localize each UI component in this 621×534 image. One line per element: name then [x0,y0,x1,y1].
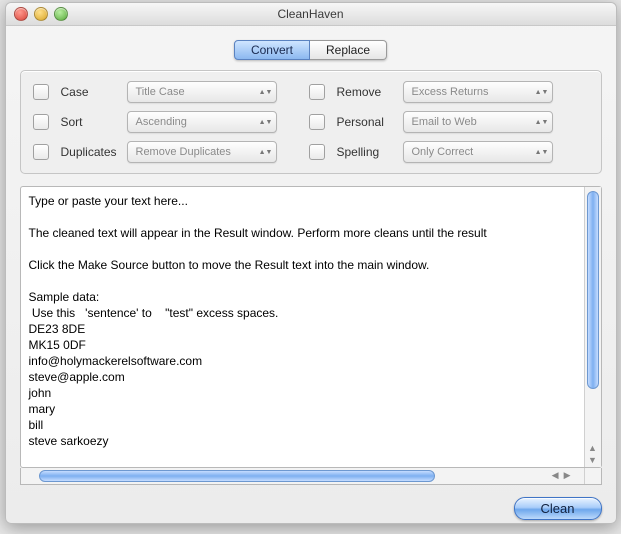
horizontal-scrollbar[interactable]: ◀ ▶ [20,468,602,485]
text-area-container: Type or paste your text here... The clea… [20,186,602,468]
window-title: CleanHaven [277,7,343,21]
scroll-right-icon[interactable]: ▶ [564,470,571,481]
personal-select[interactable]: Email to Web ▲▼ [403,111,553,133]
tab-convert[interactable]: Convert [234,40,310,60]
close-icon[interactable] [14,7,28,21]
chevron-updown-icon: ▲▼ [260,150,272,155]
chevron-updown-icon: ▲▼ [260,90,272,95]
tab-control: Convert Replace [20,40,602,60]
spelling-select-value: Only Correct [412,146,474,158]
remove-select-value: Excess Returns [412,86,489,98]
traffic-lights [14,7,68,21]
chevron-updown-icon: ▲▼ [260,120,272,125]
footer: Clean [20,485,602,520]
scroll-up-icon[interactable]: ▲ [585,443,601,453]
chevron-updown-icon: ▲▼ [536,120,548,125]
duplicates-select[interactable]: Remove Duplicates ▲▼ [127,141,277,163]
duplicates-checkbox[interactable] [33,144,49,160]
sort-select-value: Ascending [136,116,187,128]
case-select-value: Title Case [136,86,185,98]
minimize-icon[interactable] [34,7,48,21]
remove-label: Remove [337,85,397,99]
scroll-thumb[interactable] [587,191,599,389]
case-select[interactable]: Title Case ▲▼ [127,81,277,103]
sort-checkbox[interactable] [33,114,49,130]
titlebar: CleanHaven [6,3,616,26]
spelling-select[interactable]: Only Correct ▲▼ [403,141,553,163]
duplicates-select-value: Remove Duplicates [136,146,231,158]
zoom-icon[interactable] [54,7,68,21]
vertical-scrollbar[interactable]: ▲ ▼ [584,187,601,467]
options-panel: Case Title Case ▲▼ Remove Excess Returns… [20,70,602,174]
scroll-thumb[interactable] [39,470,435,482]
tab-replace[interactable]: Replace [310,40,387,60]
personal-label: Personal [337,115,397,129]
remove-select[interactable]: Excess Returns ▲▼ [403,81,553,103]
duplicates-label: Duplicates [61,145,121,159]
clean-button[interactable]: Clean [514,497,602,520]
sort-select[interactable]: Ascending ▲▼ [127,111,277,133]
chevron-updown-icon: ▲▼ [536,150,548,155]
main-text-input[interactable]: Type or paste your text here... The clea… [21,187,584,467]
remove-checkbox[interactable] [309,84,325,100]
scroll-corner [584,468,601,484]
spelling-label: Spelling [337,145,397,159]
personal-checkbox[interactable] [309,114,325,130]
spelling-checkbox[interactable] [309,144,325,160]
case-checkbox[interactable] [33,84,49,100]
personal-select-value: Email to Web [412,116,477,128]
scroll-down-icon[interactable]: ▼ [585,455,601,465]
sort-label: Sort [61,115,121,129]
scroll-left-icon[interactable]: ◀ [552,470,559,481]
app-window: CleanHaven Convert Replace Case Title Ca… [5,2,617,524]
case-label: Case [61,85,121,99]
chevron-updown-icon: ▲▼ [536,90,548,95]
